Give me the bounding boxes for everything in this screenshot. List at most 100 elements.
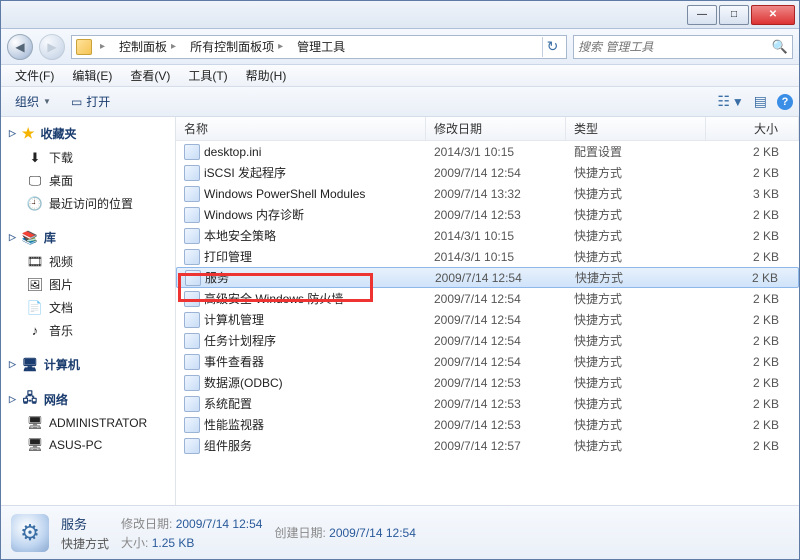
file-name: 计算机管理 xyxy=(204,311,264,328)
file-row[interactable]: desktop.ini2014/3/1 10:15配置设置2 KB xyxy=(176,141,799,162)
file-name: 本地安全策略 xyxy=(204,227,276,244)
col-type[interactable]: 类型 xyxy=(566,117,706,140)
folder-icon xyxy=(76,39,92,55)
file-type: 快捷方式 xyxy=(566,353,706,370)
file-row[interactable]: 数据源(ODBC)2009/7/14 12:53快捷方式2 KB xyxy=(176,372,799,393)
sidebar-item[interactable]: 🖥ASUS-PC xyxy=(1,434,175,456)
file-icon xyxy=(184,417,200,433)
help-icon[interactable]: ? xyxy=(777,94,793,110)
file-row[interactable]: 事件查看器2009/7/14 12:54快捷方式2 KB xyxy=(176,351,799,372)
file-name: 打印管理 xyxy=(204,248,252,265)
search-icon[interactable]: 🔍 xyxy=(772,39,788,55)
file-icon xyxy=(184,207,200,223)
file-type: 快捷方式 xyxy=(566,311,706,328)
file-date: 2014/3/1 10:15 xyxy=(426,229,566,243)
sidebar-item[interactable]: 🖥ADMINISTRATOR xyxy=(1,412,175,434)
file-row[interactable]: iSCSI 发起程序2009/7/14 12:54快捷方式2 KB xyxy=(176,162,799,183)
close-button[interactable]: ✕ xyxy=(751,5,795,25)
file-row[interactable]: Windows 内存诊断2009/7/14 12:53快捷方式2 KB xyxy=(176,204,799,225)
file-row[interactable]: 性能监视器2009/7/14 12:53快捷方式2 KB xyxy=(176,414,799,435)
file-row[interactable]: 本地安全策略2014/3/1 10:15快捷方式2 KB xyxy=(176,225,799,246)
preview-pane-button[interactable]: ▤ xyxy=(754,93,767,110)
file-row[interactable]: 高级安全 Windows 防火墙2009/7/14 12:54快捷方式2 KB xyxy=(176,288,799,309)
sidebar-item-label: ADMINISTRATOR xyxy=(49,416,147,430)
file-icon xyxy=(184,438,200,454)
file-list[interactable]: desktop.ini2014/3/1 10:15配置设置2 KBiSCSI 发… xyxy=(176,141,799,505)
file-type: 快捷方式 xyxy=(566,332,706,349)
titlebar[interactable]: — □ ✕ xyxy=(1,1,799,29)
file-row[interactable]: 打印管理2014/3/1 10:15快捷方式2 KB xyxy=(176,246,799,267)
file-size: 2 KB xyxy=(706,208,799,222)
file-row[interactable]: 系统配置2009/7/14 12:53快捷方式2 KB xyxy=(176,393,799,414)
details-create-label: 创建日期: xyxy=(274,526,325,540)
file-row[interactable]: 组件服务2009/7/14 12:57快捷方式2 KB xyxy=(176,435,799,456)
refresh-button[interactable]: ↻ xyxy=(542,37,562,57)
sidebar-favorites[interactable]: ▷★收藏夹 xyxy=(1,121,175,146)
details-mod-value: 2009/7/14 12:54 xyxy=(176,517,263,531)
menu-edit[interactable]: 编辑(E) xyxy=(64,65,120,86)
breadcrumb-item[interactable]: 管理工具 xyxy=(291,36,351,57)
file-date: 2014/3/1 10:15 xyxy=(426,250,566,264)
sidebar-item[interactable]: 🖵桌面 xyxy=(1,169,175,192)
col-name[interactable]: 名称 xyxy=(176,117,426,140)
sidebar-item-icon: 🖥 xyxy=(27,437,43,453)
file-name: 高级安全 Windows 防火墙 xyxy=(204,290,343,307)
file-date: 2009/7/14 12:54 xyxy=(426,334,566,348)
titlebar-blur xyxy=(5,8,685,22)
maximize-button[interactable]: □ xyxy=(719,5,749,25)
file-icon xyxy=(184,396,200,412)
sidebar-item[interactable]: 🕘最近访问的位置 xyxy=(1,192,175,215)
file-type: 快捷方式 xyxy=(566,164,706,181)
sidebar-library[interactable]: ▷📚库 xyxy=(1,225,175,250)
organize-button[interactable]: 组织 ▼ xyxy=(7,90,59,113)
file-size: 2 KB xyxy=(707,271,798,285)
menu-tools[interactable]: 工具(T) xyxy=(180,65,235,86)
main-pane: 名称 修改日期 类型 大小 desktop.ini2014/3/1 10:15配… xyxy=(176,117,799,505)
details-create-value: 2009/7/14 12:54 xyxy=(329,526,416,540)
sidebar-network[interactable]: ▷🖧网络 xyxy=(1,387,175,412)
toolbar: 组织 ▼ ▭ 打开 ☷ ▼ ▤ ? xyxy=(1,87,799,117)
expand-icon: ▷ xyxy=(9,359,16,370)
forward-button[interactable]: ▶ xyxy=(39,34,65,60)
breadcrumb-item[interactable]: 所有控制面板项 ▸ xyxy=(184,36,289,57)
search-input[interactable] xyxy=(578,40,772,54)
file-date: 2009/7/14 12:53 xyxy=(426,376,566,390)
breadcrumb-item[interactable]: 控制面板 ▸ xyxy=(113,36,182,57)
col-size[interactable]: 大小 xyxy=(706,117,799,140)
file-type: 快捷方式 xyxy=(566,374,706,391)
address-bar[interactable]: ▸ 控制面板 ▸ 所有控制面板项 ▸ 管理工具 ↻ xyxy=(71,35,567,59)
file-row[interactable]: 服务2009/7/14 12:54快捷方式2 KB xyxy=(176,267,799,288)
file-row[interactable]: 计算机管理2009/7/14 12:54快捷方式2 KB xyxy=(176,309,799,330)
sidebar-item[interactable]: 🖼图片 xyxy=(1,273,175,296)
sidebar-item-icon: ⬇ xyxy=(27,150,43,166)
file-name: 事件查看器 xyxy=(204,353,264,370)
sidebar-item-icon: 📄 xyxy=(27,300,43,316)
search-box[interactable]: 🔍 xyxy=(573,35,793,59)
menubar: 文件(F) 编辑(E) 查看(V) 工具(T) 帮助(H) xyxy=(1,65,799,87)
open-icon: ▭ xyxy=(71,95,82,109)
file-row[interactable]: 任务计划程序2009/7/14 12:54快捷方式2 KB xyxy=(176,330,799,351)
minimize-button[interactable]: — xyxy=(687,5,717,25)
menu-view[interactable]: 查看(V) xyxy=(122,65,178,86)
sidebar-item-label: 文档 xyxy=(49,299,73,316)
file-size: 2 KB xyxy=(706,313,799,327)
col-date[interactable]: 修改日期 xyxy=(426,117,566,140)
sidebar-item[interactable]: 🎞视频 xyxy=(1,250,175,273)
view-mode-button[interactable]: ☷ ▼ xyxy=(717,93,743,110)
menu-help[interactable]: 帮助(H) xyxy=(238,65,295,86)
back-button[interactable]: ◀ xyxy=(7,34,33,60)
sidebar-item[interactable]: 📄 文档 xyxy=(1,296,175,319)
file-icon xyxy=(184,249,200,265)
sidebar-item-icon: 🎞 xyxy=(27,254,43,270)
file-row[interactable]: Windows PowerShell Modules2009/7/14 13:3… xyxy=(176,183,799,204)
breadcrumb-sep[interactable]: ▸ xyxy=(94,39,111,54)
open-button[interactable]: ▭ 打开 xyxy=(63,90,118,113)
sidebar-item[interactable]: ♪音乐 xyxy=(1,319,175,342)
sidebar-item-label: 图片 xyxy=(49,276,73,293)
sidebar-item[interactable]: ⬇下载 xyxy=(1,146,175,169)
file-size: 2 KB xyxy=(706,166,799,180)
sidebar-computer[interactable]: ▷🖥计算机 xyxy=(1,352,175,377)
menu-file[interactable]: 文件(F) xyxy=(7,65,62,86)
file-size: 2 KB xyxy=(706,439,799,453)
file-date: 2009/7/14 12:53 xyxy=(426,418,566,432)
